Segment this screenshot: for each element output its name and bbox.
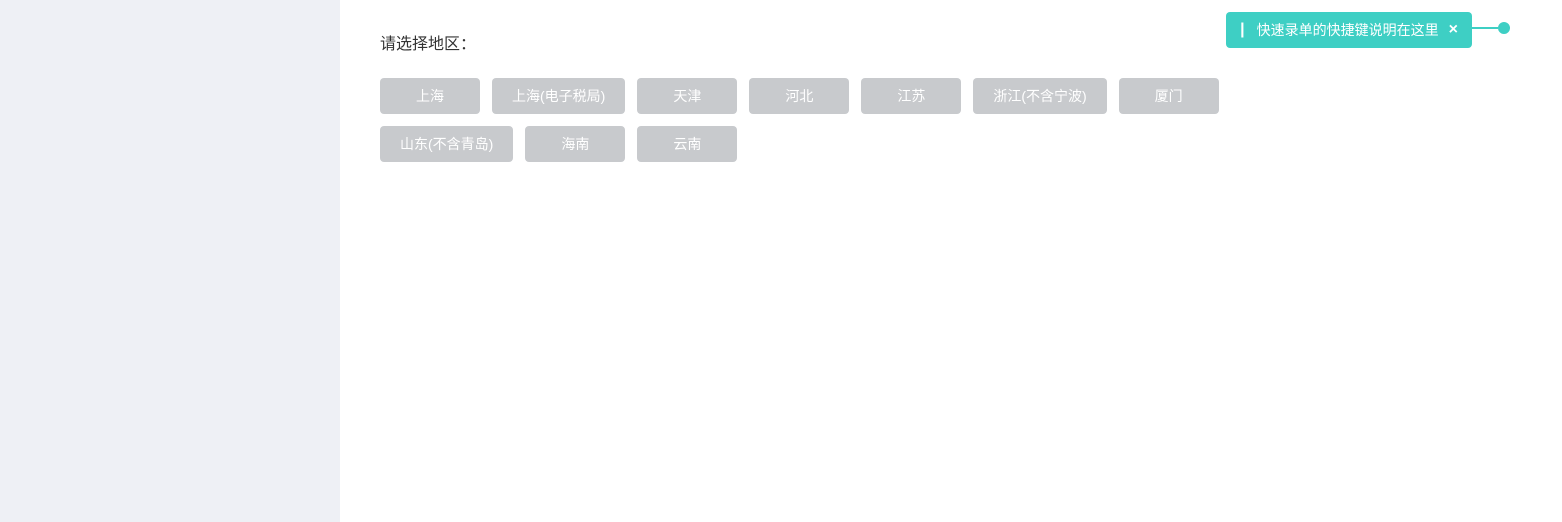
region-button-hebei[interactable]: 河北 <box>749 78 849 114</box>
region-row-1: 上海上海(电子税局) 天津河北江苏浙江(不含宁波) 厦门 <box>380 78 1522 114</box>
main-content: 请选择地区： 上海上海(电子税局)天津河北江苏浙江(不含宁波)厦门 山东(不含青… <box>340 0 1562 522</box>
region-button-zhejiang[interactable]: 浙江(不含宁波) <box>973 78 1106 114</box>
region-button-shanghai-etax[interactable]: 上海(电子税局) <box>492 78 625 114</box>
tooltip-connector-line <box>1472 27 1498 29</box>
tooltip-text: 快速录单的快捷键说明在这里 <box>1257 20 1439 40</box>
tooltip-close-button[interactable]: × <box>1449 22 1458 38</box>
region-button-jiangsu[interactable]: 江苏 <box>861 78 961 114</box>
region-button-shanghai[interactable]: 上海 <box>380 78 480 114</box>
region-row-2: 山东(不含青岛) 海南云南 <box>380 126 1522 162</box>
region-button-tianjin[interactable]: 天津 <box>637 78 737 114</box>
tooltip-indicator-dot <box>1498 22 1510 34</box>
region-button-xiamen[interactable]: 厦门 <box>1119 78 1219 114</box>
region-button-shandong[interactable]: 山东(不含青岛) <box>380 126 513 162</box>
region-button-hainan[interactable]: 海南 <box>525 126 625 162</box>
region-button-yunnan[interactable]: 云南 <box>637 126 737 162</box>
tooltip-banner: 快速录单的快捷键说明在这里 × <box>1226 12 1472 48</box>
left-sidebar <box>0 0 340 522</box>
